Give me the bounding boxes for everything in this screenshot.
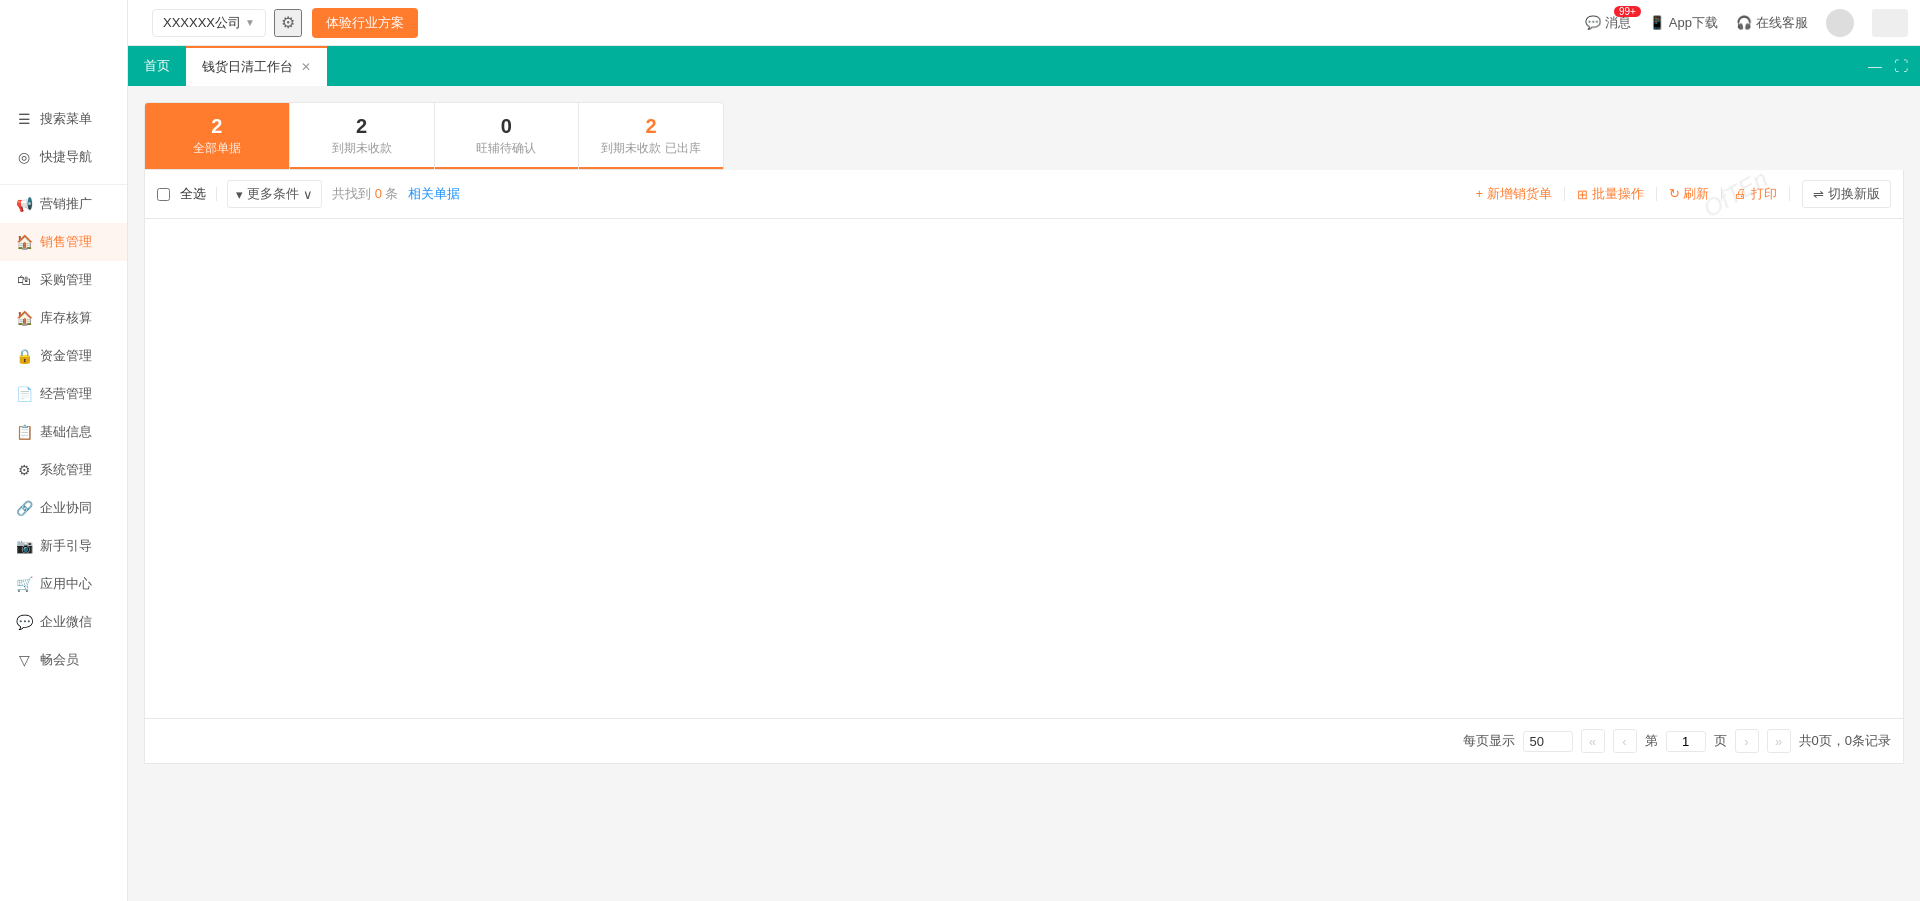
company-selector[interactable]: XXXXXX公司 ▼ xyxy=(152,9,266,37)
sidebar-item-marketing[interactable]: 📢 营销推广 xyxy=(0,185,127,223)
compass-icon: ◎ xyxy=(16,149,32,165)
search-icon: ☰ xyxy=(16,111,32,127)
company-arrow-icon: ▼ xyxy=(245,17,255,28)
tab-expand-icon[interactable]: ⛶ xyxy=(1890,54,1912,78)
table-area xyxy=(144,219,1904,719)
experience-button[interactable]: 体验行业方案 xyxy=(312,8,418,38)
stats-tab-all[interactable]: 2 全部单据 xyxy=(145,103,290,169)
toolbar: 全选 ▾ 更多条件 ∨ 共找到 0 条 相关单据 + 新增销货单 ⊞ 批量操作 … xyxy=(144,170,1904,219)
app-download-button[interactable]: 📱 App下载 xyxy=(1649,14,1718,32)
sidebar-item-appstore[interactable]: 🛒 应用中心 xyxy=(0,565,127,603)
download-icon: 📱 xyxy=(1649,15,1665,30)
prev-page-button[interactable]: ‹ xyxy=(1613,729,1637,753)
main-content: 2 全部单据 2 到期未收款 0 旺辅待确认 2 到期未收款 已出库 全选 ▾ … xyxy=(128,86,1920,901)
sidebar-item-member[interactable]: ▽ 畅会员 xyxy=(0,641,127,679)
tutorial-icon: 📷 xyxy=(16,538,32,554)
divider2 xyxy=(1564,187,1565,201)
sidebar-item-tutorial[interactable]: 📷 新手引导 xyxy=(0,527,127,565)
divider5 xyxy=(1789,187,1790,201)
sidebar-item-operations[interactable]: 📄 经营管理 xyxy=(0,375,127,413)
inventory-icon: 🏠 xyxy=(16,310,32,326)
tab-home[interactable]: 首页 xyxy=(128,46,186,86)
tab-minimize-icon[interactable]: — xyxy=(1864,54,1886,78)
switch-icon: ⇌ xyxy=(1813,187,1824,202)
top-header: 6 畅捷通好生意 标准版 XXXXXX公司 ▼ ⚙ 体验行业方案 💬 消息 99… xyxy=(0,0,1920,46)
last-page-button[interactable]: » xyxy=(1767,729,1791,753)
settings-button[interactable]: ⚙ xyxy=(274,9,302,37)
tab-workbench[interactable]: 钱货日清工作台 ✕ xyxy=(186,46,327,86)
tab-actions: — ⛶ xyxy=(1864,54,1920,78)
header-right: 💬 消息 99+ 📱 App下载 🎧 在线客服 xyxy=(1585,9,1908,37)
purchase-icon: 🛍 xyxy=(16,272,32,288)
filter-button[interactable]: ▾ 更多条件 ∨ xyxy=(227,180,322,208)
sidebar-item-purchase[interactable]: 🛍 采购管理 xyxy=(0,261,127,299)
found-text: 共找到 0 条 xyxy=(332,185,398,203)
enterprise-icon: 🔗 xyxy=(16,500,32,516)
sidebar-item-search[interactable]: ☰ 搜索菜单 xyxy=(0,100,127,138)
stats-tab-overdue-shipped[interactable]: 2 到期未收款 已出库 xyxy=(579,103,723,169)
divider xyxy=(216,187,217,201)
message-badge: 99+ xyxy=(1614,6,1641,17)
system-icon: ⚙ xyxy=(16,462,32,478)
select-all-checkbox[interactable] xyxy=(157,188,170,201)
basic-info-icon: 📋 xyxy=(16,424,32,440)
sales-icon: 🏠 xyxy=(16,234,32,250)
add-order-button[interactable]: + 新增销货单 xyxy=(1476,185,1552,203)
batch-icon: ⊞ xyxy=(1577,187,1588,202)
operations-icon: 📄 xyxy=(16,386,32,402)
marketing-icon: 📢 xyxy=(16,196,32,212)
sidebar-item-quicknav[interactable]: ◎ 快捷导航 xyxy=(0,138,127,176)
select-all-label: 全选 xyxy=(180,185,206,203)
stats-tab-overdue[interactable]: 2 到期未收款 xyxy=(290,103,435,169)
appstore-icon: 🛒 xyxy=(16,576,32,592)
weixin-icon: 💬 xyxy=(16,614,32,630)
filter-arrow-icon: ∨ xyxy=(303,187,313,202)
pagination: 每页显示 50 20 100 « ‹ 第 页 › » 共0页，0条记录 xyxy=(144,719,1904,764)
first-page-button[interactable]: « xyxy=(1581,729,1605,753)
online-service-button[interactable]: 🎧 在线客服 xyxy=(1736,14,1808,32)
member-icon: ▽ xyxy=(16,652,32,668)
message-icon: 💬 xyxy=(1585,15,1601,30)
finance-icon: 🔒 xyxy=(16,348,32,364)
page-size-select[interactable]: 50 20 100 xyxy=(1523,731,1573,752)
related-orders-link[interactable]: 相关单据 xyxy=(408,185,460,203)
avatar[interactable] xyxy=(1826,9,1854,37)
filter-icon: ▾ xyxy=(236,187,243,202)
stats-tab-pending[interactable]: 0 旺辅待确认 xyxy=(435,103,580,169)
divider4 xyxy=(1721,187,1722,201)
sidebar-item-sales[interactable]: 🏠 销售管理 xyxy=(0,223,127,261)
sidebar-item-finance[interactable]: 🔒 资金管理 xyxy=(0,337,127,375)
sidebar-item-inventory[interactable]: 🏠 库存核算 xyxy=(0,299,127,337)
refresh-button[interactable]: ↻ 刷新 xyxy=(1669,185,1710,203)
user-name-area[interactable] xyxy=(1872,9,1908,37)
batch-operation-button[interactable]: ⊞ 批量操作 xyxy=(1577,185,1644,203)
page-number-input[interactable] xyxy=(1666,731,1706,752)
stats-tabs: 2 全部单据 2 到期未收款 0 旺辅待确认 2 到期未收款 已出库 xyxy=(144,102,724,170)
tab-nav: 首页 钱货日清工作台 ✕ — ⛶ xyxy=(128,46,1920,86)
sidebar-item-system[interactable]: ⚙ 系统管理 xyxy=(0,451,127,489)
service-icon: 🎧 xyxy=(1736,15,1752,30)
sidebar: ☰ 搜索菜单 ◎ 快捷导航 📢 营销推广 🏠 销售管理 🛍 采购管理 🏠 库存核… xyxy=(0,0,128,901)
total-records: 共0页，0条记录 xyxy=(1799,732,1891,750)
gear-icon: ⚙ xyxy=(281,13,295,32)
print-icon: 🖨 xyxy=(1734,186,1747,201)
switch-version-button[interactable]: ⇌ 切换新版 xyxy=(1802,180,1891,208)
print-button[interactable]: 🖨 打印 xyxy=(1734,185,1777,203)
next-page-button[interactable]: › xyxy=(1735,729,1759,753)
tab-close-icon[interactable]: ✕ xyxy=(301,60,311,74)
company-name: XXXXXX公司 xyxy=(163,14,241,32)
divider3 xyxy=(1656,187,1657,201)
sidebar-item-weixin[interactable]: 💬 企业微信 xyxy=(0,603,127,641)
toolbar-right: + 新增销货单 ⊞ 批量操作 ↻ 刷新 🖨 打印 ⇌ 切换新版 xyxy=(1476,180,1891,208)
sidebar-item-basic-info[interactable]: 📋 基础信息 xyxy=(0,413,127,451)
message-button[interactable]: 💬 消息 99+ xyxy=(1585,14,1631,32)
refresh-icon: ↻ xyxy=(1669,186,1680,201)
sidebar-item-enterprise[interactable]: 🔗 企业协同 xyxy=(0,489,127,527)
